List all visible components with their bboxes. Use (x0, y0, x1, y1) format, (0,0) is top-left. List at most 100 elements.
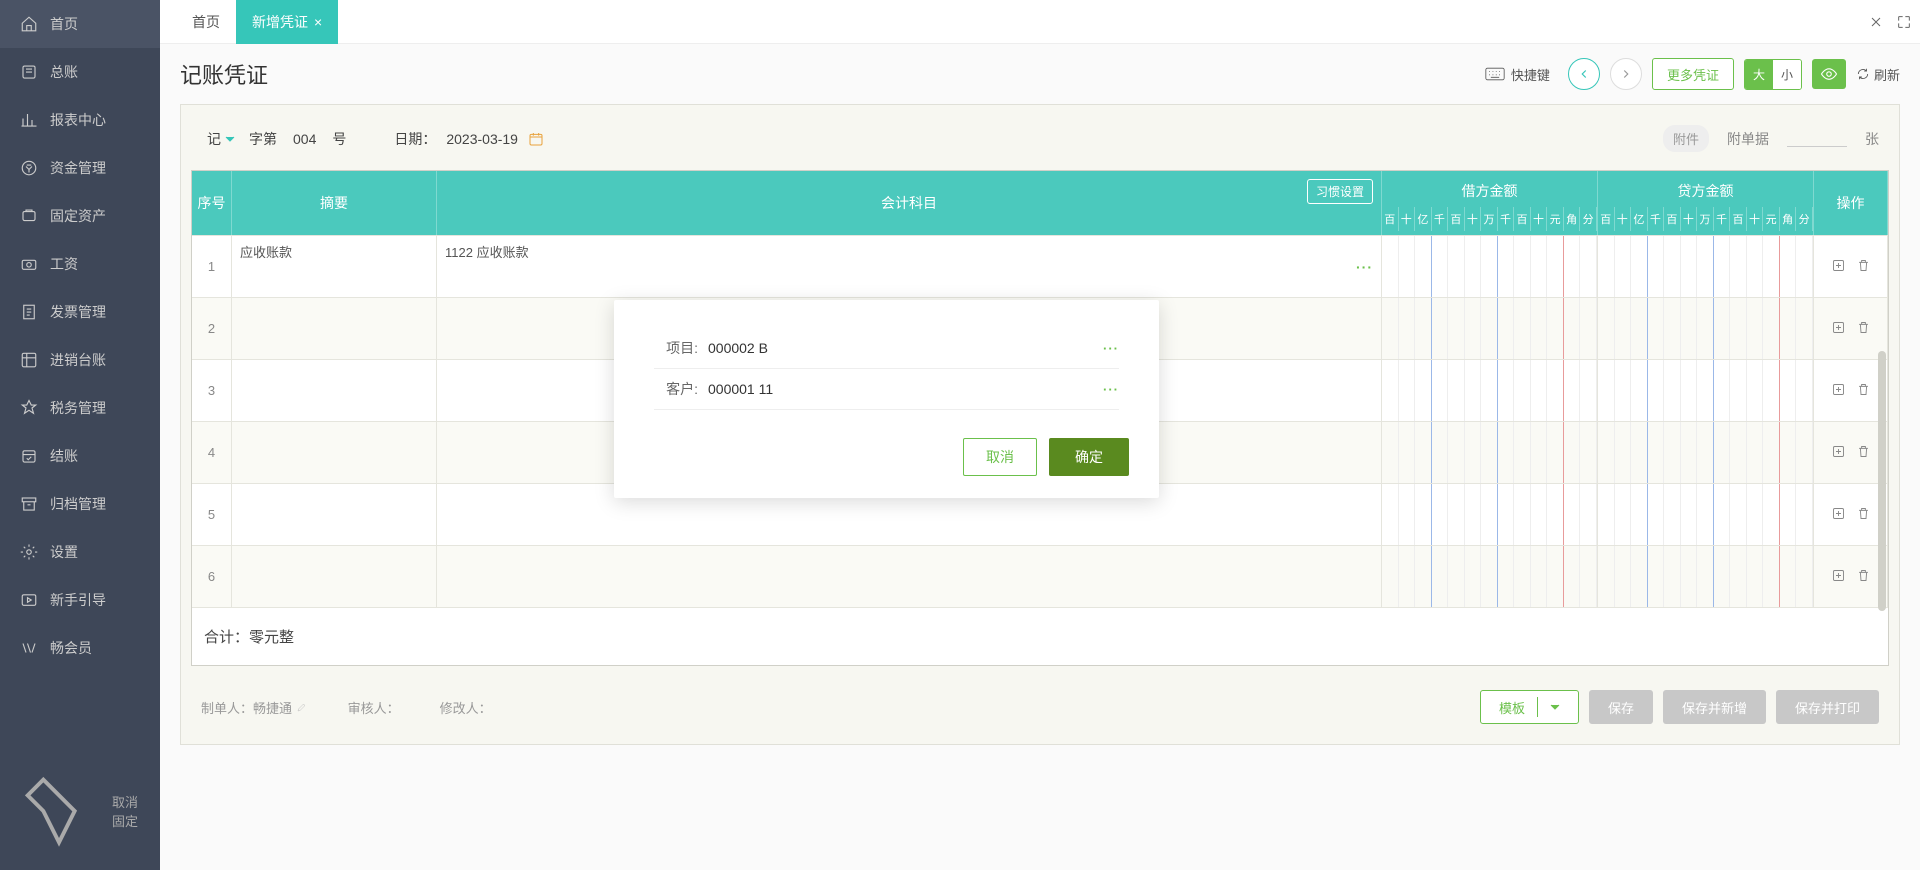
edit-maker-button[interactable] (296, 701, 308, 716)
popup-field-value[interactable]: 000002 B (708, 340, 1093, 356)
sidebar-item-close-period[interactable]: 结账 (0, 432, 160, 480)
voucher-type-select[interactable]: 记 (201, 129, 241, 149)
sidebar-item-home[interactable]: 首页 (0, 0, 160, 48)
row-credit[interactable] (1598, 422, 1814, 483)
insert-row-button[interactable] (1831, 258, 1846, 276)
popup-cancel-button[interactable]: 取消 (963, 438, 1037, 476)
row-credit[interactable] (1598, 298, 1814, 359)
digit-header: 千 (1498, 207, 1515, 231)
sidebar-item-invoice[interactable]: 发票管理 (0, 288, 160, 336)
save-button[interactable]: 保存 (1589, 690, 1653, 724)
row-debit[interactable] (1382, 298, 1598, 359)
prev-voucher-button[interactable] (1568, 58, 1600, 90)
digit-header: 万 (1481, 207, 1498, 231)
sidebar-item-archive[interactable]: 归档管理 (0, 480, 160, 528)
row-summary[interactable] (232, 360, 437, 421)
sidebar-item-asset[interactable]: 固定资产 (0, 192, 160, 240)
sidebar-item-guide[interactable]: 新手引导 (0, 576, 160, 624)
row-summary[interactable] (232, 484, 437, 545)
habit-settings-button[interactable]: 习惯设置 (1307, 179, 1373, 204)
delete-row-button[interactable] (1856, 258, 1871, 276)
template-button[interactable]: 模板 (1480, 690, 1579, 724)
digit-header: 十 (1681, 207, 1698, 231)
account-more-icon[interactable]: ··· (1356, 259, 1373, 275)
voucher-date-label: 日期： (394, 129, 436, 149)
insert-row-button[interactable] (1831, 382, 1846, 400)
insert-row-button[interactable] (1831, 506, 1846, 524)
sidebar-item-tax[interactable]: 税务管理 (0, 384, 160, 432)
digit-header: 亿 (1415, 207, 1432, 231)
delete-row-button[interactable] (1856, 382, 1871, 400)
calendar-icon[interactable] (528, 131, 544, 147)
popup-field-more-icon[interactable]: ··· (1103, 341, 1119, 356)
save-and-print-button[interactable]: 保存并打印 (1776, 690, 1879, 724)
digit-header: 亿 (1631, 207, 1648, 231)
row-account[interactable] (437, 546, 1382, 607)
save-and-new-button[interactable]: 保存并新增 (1663, 690, 1766, 724)
row-account[interactable]: 1122 应收账款··· (437, 236, 1382, 297)
scrollbar[interactable] (1878, 351, 1886, 611)
attach-count-input[interactable] (1787, 131, 1847, 147)
close-icon[interactable] (1868, 14, 1884, 30)
more-vouchers-button[interactable]: 更多凭证 (1652, 58, 1734, 90)
tab-新增凭证[interactable]: 新增凭证× (236, 0, 338, 44)
delete-row-button[interactable] (1856, 444, 1871, 462)
row-credit[interactable] (1598, 236, 1814, 297)
row-debit[interactable] (1382, 484, 1598, 545)
tab-首页[interactable]: 首页 (176, 0, 236, 44)
chevron-down-icon (1550, 702, 1560, 712)
digit-header: 千 (1432, 207, 1449, 231)
size-toggle[interactable]: 大 小 (1744, 59, 1802, 90)
sidebar-item-label: 报表中心 (50, 110, 106, 130)
row-summary[interactable] (232, 298, 437, 359)
attachment-button[interactable]: 附件 (1663, 125, 1709, 152)
insert-row-button[interactable] (1831, 444, 1846, 462)
sidebar-item-gear[interactable]: 设置 (0, 528, 160, 576)
row-credit[interactable] (1598, 484, 1814, 545)
row-credit[interactable] (1598, 546, 1814, 607)
row-debit[interactable] (1382, 546, 1598, 607)
arrow-left-icon (1577, 67, 1591, 81)
delete-row-button[interactable] (1856, 568, 1871, 586)
row-ops (1814, 298, 1888, 359)
refresh-label: 刷新 (1874, 65, 1900, 84)
insert-row-button[interactable] (1831, 568, 1846, 586)
popup-field-value[interactable]: 000001 11 (708, 381, 1093, 397)
visibility-button[interactable] (1812, 59, 1846, 89)
sidebar-item-salary[interactable]: 工资 (0, 240, 160, 288)
sidebar-item-label: 工资 (50, 254, 78, 274)
tab-close-icon[interactable]: × (314, 14, 322, 30)
row-summary[interactable] (232, 422, 437, 483)
digit-header: 百 (1664, 207, 1681, 231)
voucher-number[interactable]: 004 (285, 131, 324, 147)
fullscreen-icon[interactable] (1896, 14, 1912, 30)
refresh-button[interactable]: 刷新 (1856, 65, 1900, 84)
insert-row-button[interactable] (1831, 320, 1846, 338)
sidebar-item-chart[interactable]: 报表中心 (0, 96, 160, 144)
row-credit[interactable] (1598, 360, 1814, 421)
delete-row-button[interactable] (1856, 320, 1871, 338)
next-voucher-button[interactable] (1610, 58, 1642, 90)
popup-field-more-icon[interactable]: ··· (1103, 382, 1119, 397)
popup-ok-button[interactable]: 确定 (1049, 438, 1129, 476)
sidebar-item-label: 结账 (50, 446, 78, 466)
home-icon (20, 15, 38, 33)
sidebar-item-ledger[interactable]: 总账 (0, 48, 160, 96)
invoice-icon (20, 303, 38, 321)
delete-row-button[interactable] (1856, 506, 1871, 524)
sidebar-item-stock[interactable]: 进销台账 (0, 336, 160, 384)
voucher-row: 1应收账款1122 应收账款··· (192, 235, 1888, 297)
keyboard-hint[interactable]: 快捷键 (1485, 65, 1550, 84)
size-large[interactable]: 大 (1745, 60, 1773, 89)
total-text: 零元整 (249, 626, 294, 647)
row-debit[interactable] (1382, 360, 1598, 421)
sidebar-item-money[interactable]: 资金管理 (0, 144, 160, 192)
row-summary[interactable] (232, 546, 437, 607)
voucher-date[interactable]: 2023-03-19 (446, 131, 518, 147)
row-debit[interactable] (1382, 236, 1598, 297)
row-debit[interactable] (1382, 422, 1598, 483)
row-summary[interactable]: 应收账款 (232, 236, 437, 297)
size-small[interactable]: 小 (1773, 60, 1801, 89)
sidebar-item-vip[interactable]: 畅会员 (0, 624, 160, 672)
sidebar-pin-toggle[interactable]: 取消固定 (0, 752, 160, 870)
